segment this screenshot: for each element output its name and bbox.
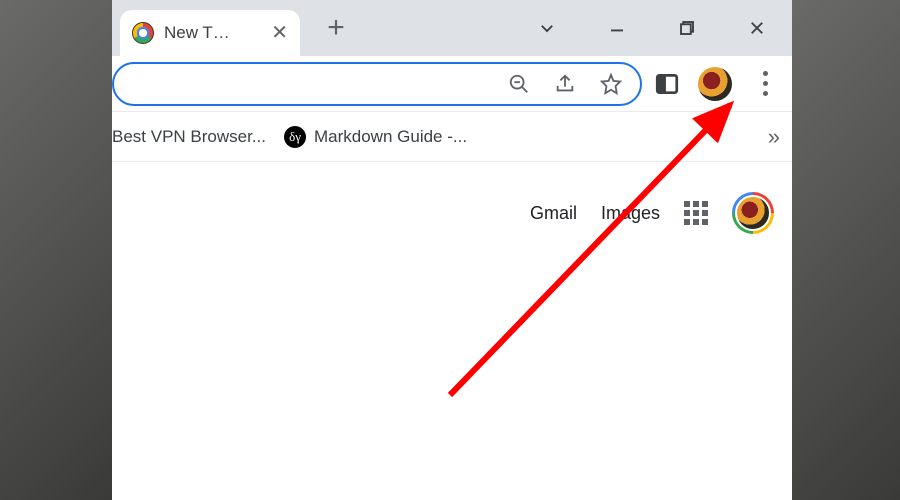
close-window-button[interactable] xyxy=(722,0,792,56)
toolbar xyxy=(112,56,792,112)
bookmark-label: Markdown Guide -... xyxy=(314,127,467,147)
profile-avatar[interactable] xyxy=(698,67,732,101)
share-icon[interactable] xyxy=(554,73,576,95)
avatar-image xyxy=(735,195,771,231)
minimize-button[interactable] xyxy=(582,0,652,56)
tab-search-dropdown-icon[interactable] xyxy=(512,0,582,56)
bookmark-item[interactable]: Best VPN Browser... xyxy=(112,127,266,147)
google-apps-icon[interactable] xyxy=(684,201,708,225)
chrome-logo-icon xyxy=(132,22,154,44)
bookmark-item[interactable]: δγ Markdown Guide -... xyxy=(284,126,467,148)
background-left xyxy=(0,0,112,500)
gmail-link[interactable]: Gmail xyxy=(530,203,577,224)
browser-tab[interactable]: New T… ✕ xyxy=(120,10,300,56)
browser-window: New T… ✕ + xyxy=(112,0,792,500)
maximize-button[interactable] xyxy=(652,0,722,56)
kebab-menu-icon[interactable] xyxy=(750,71,780,96)
bookmarks-bar: Best VPN Browser... δγ Markdown Guide -.… xyxy=(112,112,792,162)
page-content: Gmail Images xyxy=(112,162,792,500)
new-tab-button[interactable]: + xyxy=(316,8,356,48)
tab-strip: New T… ✕ + xyxy=(112,0,792,56)
bookmarks-overflow-icon[interactable]: » xyxy=(768,124,780,150)
window-controls xyxy=(512,0,792,56)
bookmark-favicon-icon: δγ xyxy=(284,126,306,148)
bookmark-star-icon[interactable] xyxy=(600,73,622,95)
address-bar[interactable] xyxy=(112,62,642,106)
sidepanel-icon[interactable] xyxy=(654,71,680,97)
background-right xyxy=(792,0,900,500)
bookmark-label: Best VPN Browser... xyxy=(112,127,266,147)
account-avatar[interactable] xyxy=(732,192,774,234)
zoom-out-icon[interactable] xyxy=(508,73,530,95)
toolbar-right xyxy=(654,67,780,101)
tab-close-icon[interactable]: ✕ xyxy=(271,23,288,43)
content-nav: Gmail Images xyxy=(530,192,774,234)
tab-title: New T… xyxy=(164,23,230,43)
images-link[interactable]: Images xyxy=(601,203,660,224)
